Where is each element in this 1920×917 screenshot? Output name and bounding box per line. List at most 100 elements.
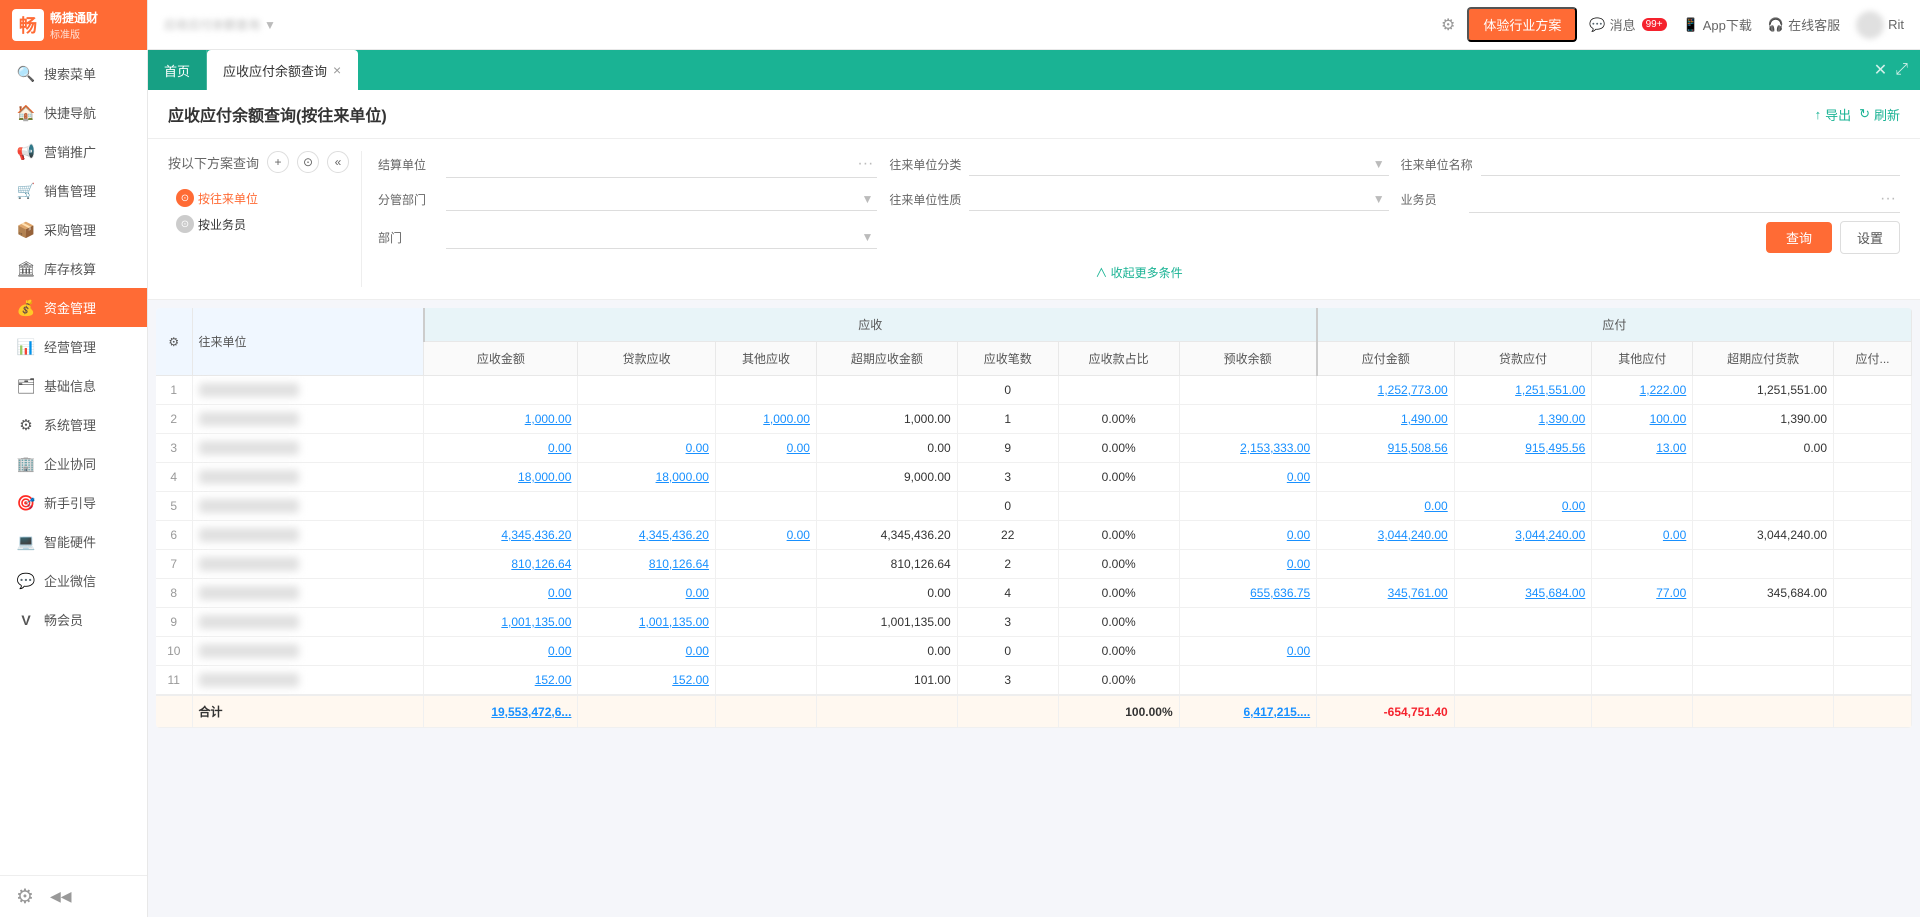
scheme-by-partner[interactable]: ⊙ 按往来单位 bbox=[168, 185, 349, 211]
sidebar-item-inventory[interactable]: 🏛 库存核算 bbox=[0, 249, 147, 288]
footer-ap-amount: -654,751.40 bbox=[1317, 695, 1455, 728]
message-action[interactable]: 💬 消息 99+ bbox=[1589, 15, 1666, 34]
sidebar-item-base[interactable]: 🗂 基础信息 bbox=[0, 366, 147, 405]
dept-select[interactable]: ▼ bbox=[446, 188, 877, 211]
tab-close-icon[interactable]: × bbox=[333, 62, 341, 78]
table-cell[interactable]: 1,390.00 bbox=[1454, 405, 1592, 434]
settings-button[interactable]: 设置 bbox=[1840, 221, 1900, 254]
table-cell[interactable]: 655,636.75 bbox=[1179, 579, 1317, 608]
sidebar-item-finance[interactable]: 💰 资金管理 bbox=[0, 288, 147, 327]
table-cell[interactable]: 1,252,773.00 bbox=[1317, 376, 1455, 405]
table-cell[interactable]: 77.00 bbox=[1592, 579, 1693, 608]
table-cell[interactable]: 810,126.64 bbox=[424, 550, 578, 579]
table-cell[interactable]: 1,251,551.00 bbox=[1454, 376, 1592, 405]
footer-label: 合计 bbox=[192, 695, 424, 728]
tab-close-window-icon[interactable]: ✕ bbox=[1874, 60, 1887, 80]
table-cell[interactable]: 0.00 bbox=[715, 521, 816, 550]
table-cell[interactable]: 152.00 bbox=[578, 666, 716, 696]
table-cell[interactable]: 18,000.00 bbox=[578, 463, 716, 492]
table-cell[interactable]: 1,000.00 bbox=[424, 405, 578, 434]
table-cell[interactable]: 1,001,135.00 bbox=[424, 608, 578, 637]
partner-name-input[interactable] bbox=[1481, 153, 1900, 176]
sidebar-item-wechat[interactable]: 💬 企业微信 bbox=[0, 561, 147, 600]
table-cell[interactable]: 152.00 bbox=[424, 666, 578, 696]
table-cell[interactable]: 0.00 bbox=[1454, 492, 1592, 521]
table-cell: 3,044,240.00 bbox=[1693, 521, 1834, 550]
table-cell bbox=[1317, 666, 1455, 696]
partner-type-select[interactable]: ▼ bbox=[969, 153, 1388, 176]
tab-home[interactable]: 首页 bbox=[148, 50, 207, 90]
table-cell[interactable]: 810,126.64 bbox=[578, 550, 716, 579]
collapse-more-btn[interactable]: ∧ 收起更多条件 bbox=[378, 258, 1900, 287]
table-cell[interactable]: 100.00 bbox=[1592, 405, 1693, 434]
operation-icon: 📊 bbox=[16, 338, 36, 356]
table-cell[interactable]: 0.00 bbox=[1179, 550, 1317, 579]
app-download-action[interactable]: 📱 App下载 bbox=[1683, 15, 1752, 34]
table-cell bbox=[1693, 550, 1834, 579]
table-cell[interactable]: 0.00 bbox=[424, 579, 578, 608]
footer-ap-loan-empty bbox=[1454, 695, 1592, 728]
tab-ar-balance[interactable]: 应收应付余额查询 × bbox=[207, 50, 358, 90]
tab-maximize-icon[interactable]: ⤢ bbox=[1895, 61, 1908, 79]
table-cell[interactable]: 2,153,333.00 bbox=[1179, 434, 1317, 463]
query-button[interactable]: 查询 bbox=[1766, 222, 1832, 253]
table-cell[interactable]: 0.00 bbox=[1179, 521, 1317, 550]
table-cell[interactable]: 18,000.00 bbox=[424, 463, 578, 492]
table-cell[interactable]: 0.00 bbox=[1592, 521, 1693, 550]
table-cell[interactable]: 0.00 bbox=[1179, 463, 1317, 492]
table-cell[interactable]: 3,044,240.00 bbox=[1317, 521, 1455, 550]
table-cell[interactable]: 0.00 bbox=[1179, 637, 1317, 666]
sidebar-item-system[interactable]: ⚙ 系统管理 bbox=[0, 405, 147, 444]
table-cell[interactable]: 4,345,436.20 bbox=[578, 521, 716, 550]
sidebar-item-marketing[interactable]: 📢 营销推广 bbox=[0, 132, 147, 171]
table-cell[interactable]: 0.00 bbox=[578, 579, 716, 608]
user-avatar-area[interactable]: Rit bbox=[1856, 11, 1904, 39]
promo-button[interactable]: 体验行业方案 bbox=[1467, 7, 1577, 42]
footer-ar-amount[interactable]: 19,553,472,6... bbox=[424, 695, 578, 728]
breadcrumb: 应收应付余额查询 ▼ bbox=[164, 16, 1429, 33]
settlement-unit-input[interactable]: ··· bbox=[446, 151, 877, 178]
sidebar-item-quicknav[interactable]: 🏠 快捷导航 bbox=[0, 93, 147, 132]
table-cell[interactable]: 345,684.00 bbox=[1454, 579, 1592, 608]
footer-ar-advance[interactable]: 6,417,215.... bbox=[1179, 695, 1317, 728]
online-service-action[interactable]: 🎧 在线客服 bbox=[1768, 15, 1840, 34]
table-cell[interactable]: 3,044,240.00 bbox=[1454, 521, 1592, 550]
table-cell[interactable]: 0.00 bbox=[578, 637, 716, 666]
table-cell[interactable]: 1,222.00 bbox=[1592, 376, 1693, 405]
sidebar-item-member[interactable]: V 畅会员 bbox=[0, 600, 147, 639]
table-cell[interactable]: 915,508.56 bbox=[1317, 434, 1455, 463]
sidebar-item-sales[interactable]: 🛒 销售管理 bbox=[0, 171, 147, 210]
sidebar-item-purchase[interactable]: 📦 采购管理 bbox=[0, 210, 147, 249]
footer-settings-icon[interactable]: ⚙ bbox=[16, 884, 34, 909]
sidebar-item-guide[interactable]: 🎯 新手引导 bbox=[0, 483, 147, 522]
salesperson-input[interactable]: ··· bbox=[1469, 186, 1900, 213]
header-settings-icon[interactable]: ⚙ bbox=[1441, 15, 1455, 35]
scheme-by-employee[interactable]: ⊙ 按业务员 bbox=[168, 211, 349, 237]
table-cell[interactable]: 0.00 bbox=[578, 434, 716, 463]
filter-settings-btn[interactable]: ⊙ bbox=[297, 151, 319, 173]
table-cell[interactable]: 13.00 bbox=[1592, 434, 1693, 463]
sidebar-item-hardware[interactable]: 💻 智能硬件 bbox=[0, 522, 147, 561]
th-settings-gear[interactable]: ⚙ bbox=[156, 308, 192, 376]
refresh-button[interactable]: ↻ 刷新 bbox=[1859, 105, 1900, 124]
department-select[interactable]: ▼ bbox=[446, 226, 877, 249]
sidebar-item-operation[interactable]: 📊 经营管理 bbox=[0, 327, 147, 366]
table-cell[interactable]: 0.00 bbox=[715, 434, 816, 463]
sidebar-item-company[interactable]: 🏢 企业协同 bbox=[0, 444, 147, 483]
table-cell[interactable]: 345,761.00 bbox=[1317, 579, 1455, 608]
table-cell[interactable]: 0.00 bbox=[1317, 492, 1455, 521]
table-cell[interactable]: 915,495.56 bbox=[1454, 434, 1592, 463]
export-button[interactable]: ↑ 导出 bbox=[1815, 105, 1852, 124]
filter-collapse-btn[interactable]: « bbox=[327, 151, 349, 173]
table-cell[interactable]: 0.00 bbox=[424, 637, 578, 666]
footer-collapse-icon[interactable]: ◀◀ bbox=[50, 888, 72, 905]
table-cell[interactable]: 0.00 bbox=[424, 434, 578, 463]
filter-add-btn[interactable]: + bbox=[267, 151, 289, 173]
sidebar-item-search[interactable]: 🔍 搜索菜单 bbox=[0, 54, 147, 93]
table-cell[interactable]: 1,001,135.00 bbox=[578, 608, 716, 637]
export-icon: ↑ bbox=[1815, 107, 1822, 122]
table-cell[interactable]: 1,490.00 bbox=[1317, 405, 1455, 434]
partner-nature-select[interactable]: ▼ bbox=[969, 188, 1388, 211]
table-cell[interactable]: 1,000.00 bbox=[715, 405, 816, 434]
table-cell[interactable]: 4,345,436.20 bbox=[424, 521, 578, 550]
